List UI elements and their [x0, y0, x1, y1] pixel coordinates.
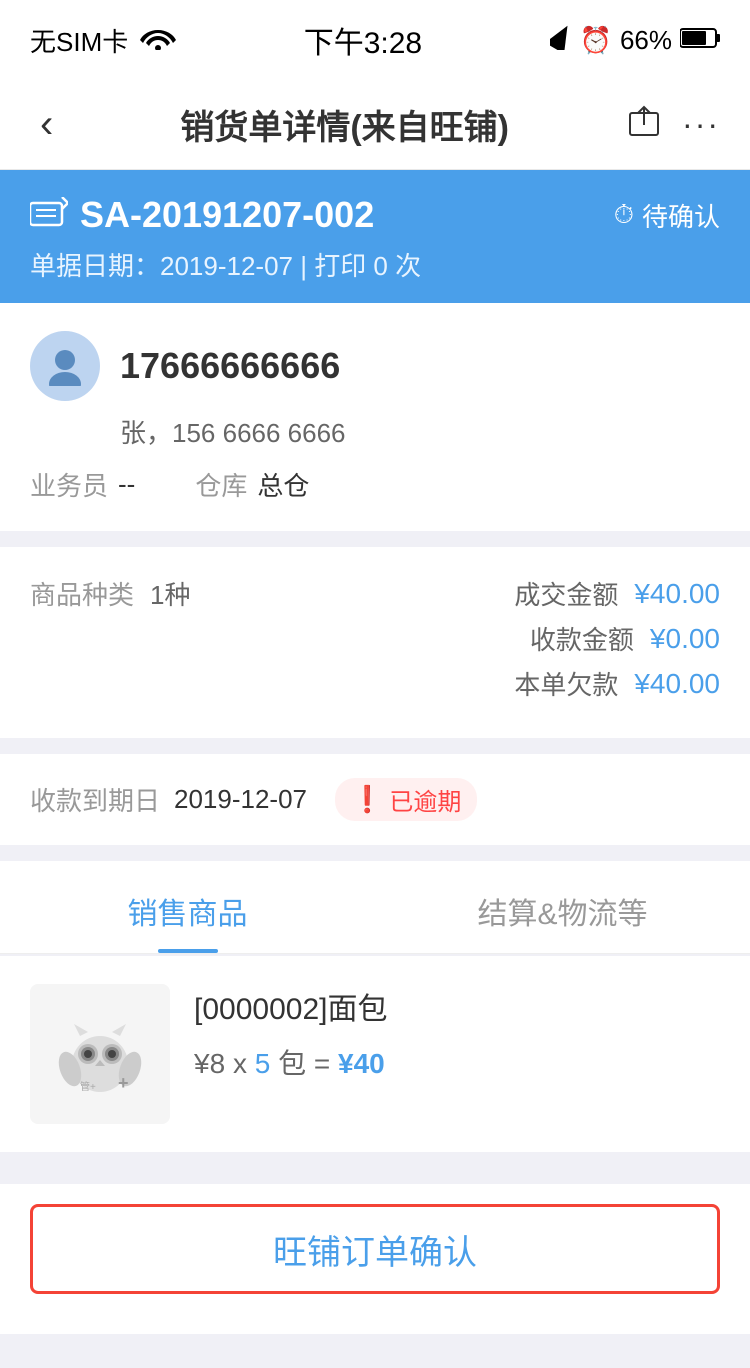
order-id-text: SA-20191207-002: [80, 194, 374, 236]
overdue-text: 已逾期: [389, 782, 461, 817]
tabs-row: 销售商品 结算&物流等: [0, 861, 750, 954]
warehouse-label: 仓库: [195, 466, 247, 503]
price-multiply: x: [233, 1048, 255, 1079]
product-thumb-inner: + 管+: [30, 984, 170, 1124]
page-title: 销货单详情(来自旺铺): [63, 100, 626, 149]
order-header: SA-20191207-002 ⏱ 待确认 单据日期：2019-12-07 | …: [0, 170, 750, 303]
customer-name: 张，156 6666 6666: [30, 413, 720, 450]
equals-sign: =: [314, 1048, 338, 1079]
confirm-order-label: 旺铺订单确认: [273, 1225, 477, 1274]
transaction-amount-row: 成交金额 ¥40.00: [514, 575, 720, 612]
due-date-value: 2019-12-07: [174, 784, 307, 815]
time-display: 下午3:28: [304, 18, 422, 62]
svg-text:管+: 管+: [80, 1080, 96, 1093]
product-types-row: 商品种类 1种: [30, 575, 190, 612]
tab-sales-products[interactable]: 销售商品: [0, 861, 375, 953]
summary-section: 商品种类 1种 成交金额 ¥40.00 收款金额 ¥0.00 本单欠款 ¥40.…: [0, 547, 750, 738]
customer-row: 17666666666: [30, 331, 720, 401]
bottom-button-area: 旺铺订单确认: [0, 1184, 750, 1334]
battery-level: 66%: [620, 25, 672, 56]
summary-left: 商品种类 1种: [30, 575, 190, 618]
wifi-icon: [140, 24, 176, 57]
alarm-icon: ⏰: [580, 25, 612, 56]
due-date-section: 收款到期日 2019-12-07 ❗ 已逾期: [0, 754, 750, 845]
product-price: ¥8 x 5 包 = ¥40: [194, 1042, 720, 1082]
unit-price: ¥8: [194, 1048, 225, 1079]
customer-phone: 17666666666: [120, 345, 340, 387]
transaction-amount-value: ¥40.00: [634, 578, 720, 610]
order-date: 单据日期：2019-12-07 | 打印 0 次: [30, 246, 720, 283]
product-quantity: 5: [255, 1048, 271, 1079]
tab-sales-products-label: 销售商品: [128, 898, 248, 931]
status-text: 待确认: [642, 197, 720, 234]
debt-amount-label: 本单欠款: [514, 665, 618, 702]
carrier-label: 无SIM卡: [30, 22, 128, 59]
customer-avatar: [30, 331, 100, 401]
tabs-section: 销售商品 结算&物流等: [0, 861, 750, 954]
order-id: SA-20191207-002: [30, 194, 374, 236]
overdue-icon: ❗: [351, 784, 383, 815]
product-total: ¥40: [338, 1048, 385, 1079]
tab-settlement-label: 结算&物流等: [477, 898, 647, 931]
debt-amount-row: 本单欠款 ¥40.00: [514, 665, 720, 702]
product-name: [0000002]面包: [194, 984, 720, 1028]
order-id-row: SA-20191207-002 ⏱ 待确认: [30, 194, 720, 236]
order-icon: [30, 194, 68, 236]
product-types-label: 商品种类: [30, 575, 134, 612]
order-status: ⏱ 待确认: [614, 197, 720, 234]
svg-text:+: +: [118, 1073, 129, 1093]
due-date-label: 收款到期日: [30, 781, 160, 818]
received-amount-value: ¥0.00: [650, 623, 720, 655]
customer-meta: 业务员 -- 仓库 总仓: [30, 466, 720, 503]
customer-section: 17666666666 张，156 6666 6666 业务员 -- 仓库 总仓: [0, 303, 750, 531]
overdue-badge: ❗ 已逾期: [335, 778, 477, 821]
received-amount-row: 收款金额 ¥0.00: [514, 620, 720, 657]
sales-rep-item: 业务员 --: [30, 466, 135, 503]
summary-right: 成交金额 ¥40.00 收款金额 ¥0.00 本单欠款 ¥40.00: [514, 575, 720, 710]
product-types-value: 1种: [150, 575, 190, 612]
status-bar: 无SIM卡 下午3:28 ⏰ 66%: [0, 0, 750, 80]
product-thumbnail: + 管+: [30, 984, 170, 1124]
more-button[interactable]: ···: [682, 106, 720, 143]
battery-icon: [680, 25, 720, 56]
nav-bar: ‹ 销货单详情(来自旺铺) ···: [0, 80, 750, 170]
status-left: 无SIM卡: [30, 22, 176, 59]
debt-amount-value: ¥40.00: [634, 668, 720, 700]
product-unit: 包: [278, 1048, 306, 1079]
warehouse-item: 仓库 总仓: [195, 466, 309, 503]
confirm-order-button[interactable]: 旺铺订单确认: [30, 1204, 720, 1294]
sales-rep-label: 业务员: [30, 466, 108, 503]
product-info: [0000002]面包 ¥8 x 5 包 = ¥40: [194, 984, 720, 1082]
location-icon: [550, 24, 572, 57]
status-clock-icon: ⏱: [614, 199, 634, 231]
product-section: + 管+ [0000002]面包 ¥8 x 5 包 = ¥40: [0, 956, 750, 1152]
share-button[interactable]: [626, 103, 662, 147]
status-right: ⏰ 66%: [550, 24, 720, 57]
warehouse-value: 总仓: [257, 466, 309, 503]
sales-rep-value: --: [118, 469, 135, 500]
tab-settlement[interactable]: 结算&物流等: [375, 861, 750, 953]
received-amount-label: 收款金额: [530, 620, 634, 657]
nav-actions: ···: [626, 103, 720, 147]
transaction-amount-label: 成交金额: [514, 575, 618, 612]
back-button[interactable]: ‹: [30, 92, 63, 157]
